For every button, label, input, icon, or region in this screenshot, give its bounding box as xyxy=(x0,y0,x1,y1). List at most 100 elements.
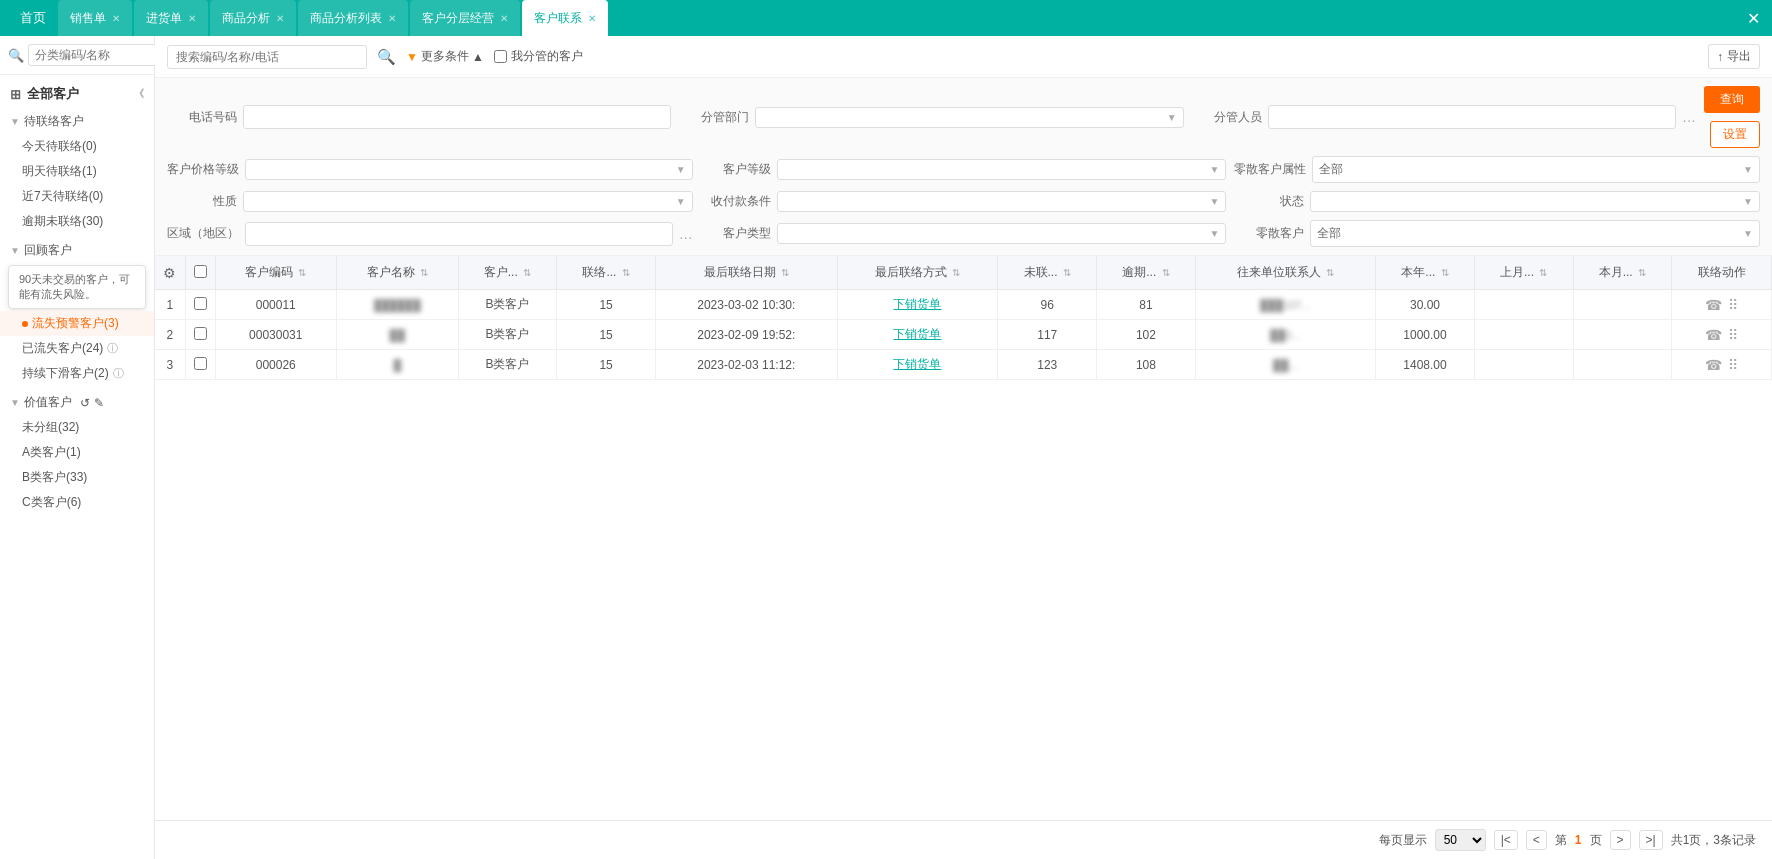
th-type[interactable]: 客户... ⇅ xyxy=(458,256,557,290)
sidebar-item-class-a[interactable]: A类客户(1) xyxy=(0,440,154,465)
tab-sales[interactable]: 销售单 ✕ xyxy=(58,0,132,36)
contact-way-link-0[interactable]: 下销货单 xyxy=(893,297,941,311)
settings-button[interactable]: 设置 xyxy=(1710,121,1760,148)
filter-select-payment[interactable]: ▼ xyxy=(777,191,1227,212)
tab-purchase[interactable]: 进货单 ✕ xyxy=(134,0,208,36)
sidebar-item-overdue[interactable]: 逾期未联络(30) xyxy=(0,209,154,234)
th-last-way-label: 最后联络方式 xyxy=(875,265,947,279)
row-checkbox-1[interactable] xyxy=(194,327,207,340)
th-overdue[interactable]: 逾期... ⇅ xyxy=(1097,256,1196,290)
edit-icon[interactable]: ✎ xyxy=(94,396,104,410)
filter-select-zero-customer[interactable]: 全部 ▼ xyxy=(1310,220,1760,247)
sidebar-item-class-c[interactable]: C类客户(6) xyxy=(0,490,154,515)
my-managed-checkbox[interactable] xyxy=(494,50,507,63)
gear-icon[interactable]: ⚙ xyxy=(163,265,176,281)
th-contact-person[interactable]: 往来单位联系人 ⇅ xyxy=(1195,256,1375,290)
filter-select-customer-level[interactable]: ▼ xyxy=(777,159,1227,180)
sidebar-item-declining[interactable]: 持续下滑客户(2) ⓘ xyxy=(0,361,154,386)
filter-more-btn-region[interactable]: … xyxy=(679,226,693,242)
query-button[interactable]: 查询 xyxy=(1704,86,1760,113)
filter-select-department[interactable]: ▼ xyxy=(755,107,1183,128)
export-button[interactable]: ↑ 导出 xyxy=(1708,44,1760,69)
th-checkbox[interactable] xyxy=(185,256,215,290)
tab-sales-close[interactable]: ✕ xyxy=(112,13,120,24)
th-name[interactable]: 客户名称 ⇅ xyxy=(337,256,459,290)
filter-select-status[interactable]: ▼ xyxy=(1310,191,1760,212)
all-customers-label: 全部客户 xyxy=(27,85,79,103)
th-last-way[interactable]: 最后联络方式 ⇅ xyxy=(837,256,998,290)
action-call-icon-0[interactable]: ☎ xyxy=(1705,297,1722,313)
th-this-year[interactable]: 本年... ⇅ xyxy=(1376,256,1475,290)
tab-product-analysis[interactable]: 商品分析 ✕ xyxy=(210,0,296,36)
th-actions-label: 联络动作 xyxy=(1698,265,1746,279)
filter-select-zero-attr[interactable]: 全部 ▼ xyxy=(1312,156,1760,183)
per-page-select[interactable]: 50 100 200 xyxy=(1435,829,1486,851)
filter-more-btn-manager[interactable]: … xyxy=(1682,109,1696,125)
last-page-button[interactable]: >| xyxy=(1639,830,1663,850)
window-close-button[interactable]: ✕ xyxy=(1743,5,1764,32)
tab-customer-contact-close[interactable]: ✕ xyxy=(588,13,596,24)
contact-way-link-2[interactable]: 下销货单 xyxy=(893,357,941,371)
next-page-button[interactable]: > xyxy=(1610,830,1631,850)
td-actions-2: ☎ ⠿ xyxy=(1672,350,1772,380)
th-contact-count[interactable]: 联络... ⇅ xyxy=(557,256,656,290)
sidebar-item-ungrouped[interactable]: 未分组(32) xyxy=(0,415,154,440)
tab-product-list-close[interactable]: ✕ xyxy=(388,13,396,24)
sidebar-item-churn-warning[interactable]: 流失预警客户(3) xyxy=(0,311,154,336)
customers-table: ⚙ 客户编码 ⇅ 客户名称 ⇅ xyxy=(155,256,1772,380)
sidebar-item-tomorrow[interactable]: 明天待联络(1) xyxy=(0,159,154,184)
filter-select-nature[interactable]: ▼ xyxy=(243,191,693,212)
td-checkbox-2[interactable] xyxy=(185,350,215,380)
tab-customer-contact[interactable]: 客户联系 ✕ xyxy=(522,0,608,36)
row-checkbox-2[interactable] xyxy=(194,357,207,370)
th-gear[interactable]: ⚙ xyxy=(155,256,185,290)
table-row: 2 00030031 ██ B类客户 15 2023-02-09 19:52: … xyxy=(155,320,1772,350)
filter-input-region[interactable] xyxy=(245,222,673,246)
refresh-icon[interactable]: ↺ xyxy=(80,396,90,410)
filter-input-phone[interactable] xyxy=(243,105,671,129)
sidebar-group-header-review[interactable]: ▼ 回顾客户 xyxy=(0,238,154,263)
action-call-icon-2[interactable]: ☎ xyxy=(1705,357,1722,373)
th-last-date[interactable]: 最后联络日期 ⇅ xyxy=(655,256,837,290)
sidebar-item-churned[interactable]: 已流失客户(24) ⓘ xyxy=(0,336,154,361)
action-more-icon-0[interactable]: ⠿ xyxy=(1728,297,1738,313)
prev-page-button[interactable]: < xyxy=(1526,830,1547,850)
my-managed-checkbox-label[interactable]: 我分管的客户 xyxy=(494,48,583,65)
filter-select-price-level[interactable]: ▼ xyxy=(245,159,693,180)
tab-customer-tier[interactable]: 客户分层经营 ✕ xyxy=(410,0,520,36)
td-uncontacted-1: 117 xyxy=(998,320,1097,350)
filter-more-conditions[interactable]: ▼ 更多条件 ▲ xyxy=(406,48,484,65)
sidebar-item-class-b[interactable]: B类客户(33) xyxy=(0,465,154,490)
sidebar-item-today[interactable]: 今天待联络(0) xyxy=(0,134,154,159)
filter-select-customer-type[interactable]: ▼ xyxy=(777,223,1227,244)
row-checkbox-0[interactable] xyxy=(194,297,207,310)
td-way-1[interactable]: 下销货单 xyxy=(837,320,998,350)
tab-product-analysis-close[interactable]: ✕ xyxy=(276,13,284,24)
sidebar-group-header-pending[interactable]: ▼ 待联络客户 xyxy=(0,109,154,134)
tab-purchase-close[interactable]: ✕ xyxy=(188,13,196,24)
sidebar-item-7days[interactable]: 近7天待联络(0) xyxy=(0,184,154,209)
per-page-label: 每页显示 xyxy=(1379,832,1427,849)
tab-product-list[interactable]: 商品分析列表 ✕ xyxy=(298,0,408,36)
th-code[interactable]: 客户编码 ⇅ xyxy=(215,256,337,290)
action-more-icon-2[interactable]: ⠿ xyxy=(1728,357,1738,373)
th-last-month[interactable]: 上月... ⇅ xyxy=(1474,256,1573,290)
td-checkbox-1[interactable] xyxy=(185,320,215,350)
th-uncontacted[interactable]: 未联... ⇅ xyxy=(998,256,1097,290)
filter-input-manager[interactable] xyxy=(1268,105,1676,129)
tab-customer-tier-close[interactable]: ✕ xyxy=(500,13,508,24)
td-checkbox-0[interactable] xyxy=(185,290,215,320)
td-way-0[interactable]: 下销货单 xyxy=(837,290,998,320)
contact-way-link-1[interactable]: 下销货单 xyxy=(893,327,941,341)
select-all-checkbox[interactable] xyxy=(194,265,207,278)
th-this-month[interactable]: 本月... ⇅ xyxy=(1573,256,1672,290)
sidebar-all-customers[interactable]: ⊞ 全部客户 《 xyxy=(0,79,154,109)
filter-search-button[interactable]: 🔍 xyxy=(377,48,396,66)
filter-search-input[interactable] xyxy=(167,45,367,69)
action-more-icon-1[interactable]: ⠿ xyxy=(1728,327,1738,343)
sidebar-group-header-value[interactable]: ▼ 价值客户 ↺ ✎ xyxy=(0,390,154,415)
first-page-button[interactable]: |< xyxy=(1494,830,1518,850)
action-call-icon-1[interactable]: ☎ xyxy=(1705,327,1722,343)
td-way-2[interactable]: 下销货单 xyxy=(837,350,998,380)
nav-home[interactable]: 首页 xyxy=(8,0,58,36)
